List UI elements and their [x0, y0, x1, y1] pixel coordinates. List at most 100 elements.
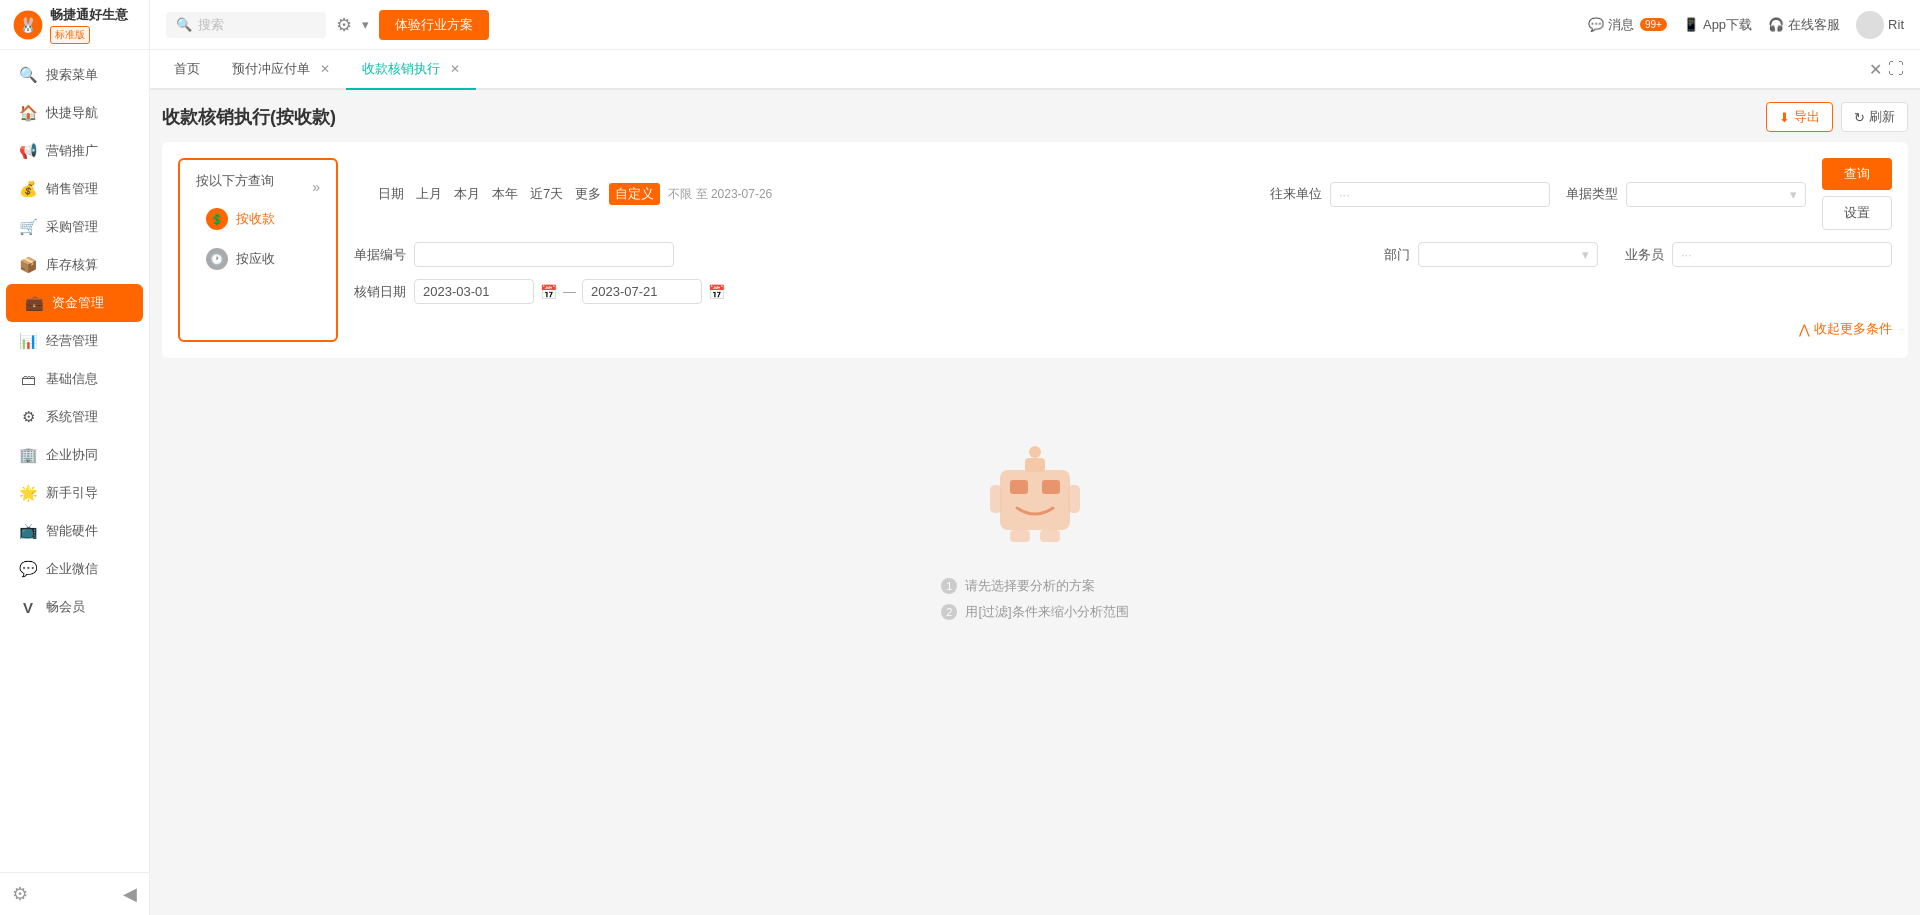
- salesperson-select[interactable]: ···: [1672, 242, 1892, 267]
- date-shortcut-7days[interactable]: 近7天: [526, 183, 567, 205]
- date-shortcut-custom[interactable]: 自定义: [609, 183, 660, 205]
- sidebar-item-inventory-label: 库存核算: [46, 256, 98, 274]
- filter-row-3: 核销日期 📅 — 📅: [354, 279, 1892, 304]
- sidebar-item-quick-nav[interactable]: 🏠 快捷导航: [0, 94, 149, 132]
- app-download-item[interactable]: 📱 App下载: [1683, 16, 1752, 34]
- guide-icon: 🌟: [18, 484, 38, 502]
- writeoff-date-range: 📅 — 📅: [414, 279, 725, 304]
- doc-type-field: 单据类型 ▾: [1566, 182, 1806, 207]
- sidebar-item-enterprise[interactable]: 🏢 企业协同: [0, 436, 149, 474]
- sidebar-item-wechat-label: 企业微信: [46, 560, 98, 578]
- writeoff-date-from-input[interactable]: [414, 279, 534, 304]
- department-label: 部门: [1360, 246, 1410, 264]
- sidebar-item-member-label: 畅会员: [46, 598, 85, 616]
- calendar-from-icon[interactable]: 📅: [540, 284, 557, 300]
- footer-collapse-icon[interactable]: ◀: [123, 883, 137, 905]
- date-shortcut-last-month[interactable]: 上月: [412, 183, 446, 205]
- sidebar-item-sales[interactable]: 💰 销售管理: [0, 170, 149, 208]
- sidebar-item-purchase-label: 采购管理: [46, 218, 98, 236]
- partner-label: 往来单位: [1270, 185, 1322, 203]
- sidebar-item-system-label: 系统管理: [46, 408, 98, 426]
- page-header: 收款核销执行(按收款) ⬇ 导出 ↻ 刷新: [162, 102, 1908, 132]
- svg-rect-3: [1010, 480, 1028, 494]
- refresh-button[interactable]: ↻ 刷新: [1841, 102, 1908, 132]
- svg-text:🐰: 🐰: [19, 15, 37, 33]
- date-range-separator: —: [563, 284, 576, 299]
- sidebar-item-wechat[interactable]: 💬 企业微信: [0, 550, 149, 588]
- sidebar-item-basic[interactable]: 🗃 基础信息: [0, 360, 149, 398]
- sidebar-item-guide[interactable]: 🌟 新手引导: [0, 474, 149, 512]
- member-icon: V: [18, 599, 38, 616]
- sidebar: 🐰 畅捷通好生意 标准版 🔍 搜索菜单 🏠 快捷导航 📢 营销推广 💰 销售管理…: [0, 0, 150, 915]
- svg-rect-9: [1010, 530, 1030, 542]
- sidebar-item-member[interactable]: V 畅会员: [0, 588, 149, 626]
- tab-prepay[interactable]: 预付冲应付单 ✕: [216, 50, 346, 90]
- notifications-label: 消息: [1608, 16, 1634, 34]
- tab-home[interactable]: 首页: [158, 50, 216, 90]
- export-button[interactable]: ⬇ 导出: [1766, 102, 1833, 132]
- tab-receipt-writeoff[interactable]: 收款核销执行 ✕: [346, 50, 476, 90]
- filter-area: 按以下方查询 » 💲 按收款 🕐 按应收 日期: [162, 142, 1908, 358]
- date-shortcut-this-year[interactable]: 本年: [488, 183, 522, 205]
- app-download-label: App下载: [1703, 16, 1752, 34]
- filter-right-panel: 日期 上月 本月 本年 近7天 更多 自定义 不限 至 2023-07-26: [354, 158, 1892, 342]
- collapse-up-icon: ⋀: [1799, 322, 1810, 337]
- logo-name: 畅捷通好生意: [50, 6, 128, 24]
- doc-type-select[interactable]: ▾: [1626, 182, 1806, 207]
- date-shortcut-this-month[interactable]: 本月: [450, 183, 484, 205]
- date-label: 日期: [354, 185, 404, 203]
- filter-option-by-receivable[interactable]: 🕐 按应收: [196, 242, 320, 276]
- filter-row-1: 日期 上月 本月 本年 近7天 更多 自定义 不限 至 2023-07-26: [354, 158, 1892, 230]
- user-item[interactable]: Rit: [1856, 11, 1904, 39]
- close-tab-icon[interactable]: ✕: [1869, 60, 1882, 79]
- main: 🔍 搜索 ⚙ ▾ 体验行业方案 💬 消息 99+ 📱 App下载 🎧 在线客服: [150, 0, 1920, 915]
- filter-option-by-receipt[interactable]: 💲 按收款: [196, 202, 320, 236]
- export-label: 导出: [1794, 108, 1820, 126]
- tab-receipt-writeoff-close-icon[interactable]: ✕: [450, 62, 460, 76]
- department-select[interactable]: ▾: [1418, 242, 1598, 267]
- collapse-more-btn[interactable]: ⋀ 收起更多条件: [354, 316, 1892, 342]
- filter-panel-collapse-icon[interactable]: »: [312, 179, 320, 195]
- writeoff-date-to-input[interactable]: [582, 279, 702, 304]
- refresh-icon: ↻: [1854, 110, 1865, 125]
- chevron-down-icon[interactable]: ▾: [362, 17, 369, 32]
- online-service-item[interactable]: 🎧 在线客服: [1768, 16, 1840, 34]
- sidebar-item-finance[interactable]: 💼 资金管理: [6, 284, 143, 322]
- empty-tips: 1 请先选择要分析的方案 2 用[过滤]条件来缩小分析范围: [941, 573, 1128, 625]
- sidebar-item-inventory[interactable]: 📦 库存核算: [0, 246, 149, 284]
- doc-type-label: 单据类型: [1566, 185, 1618, 203]
- notifications-item[interactable]: 💬 消息 99+: [1588, 16, 1667, 34]
- calendar-to-icon[interactable]: 📅: [708, 284, 725, 300]
- sidebar-item-system[interactable]: ⚙ 系统管理: [0, 398, 149, 436]
- tabs-bar: 首页 预付冲应付单 ✕ 收款核销执行 ✕ ✕ ⛶: [150, 50, 1920, 90]
- doc-number-input[interactable]: [414, 242, 674, 267]
- sidebar-item-hardware-label: 智能硬件: [46, 522, 98, 540]
- footer-settings-icon[interactable]: ⚙: [12, 883, 28, 905]
- service-icon: 🎧: [1768, 17, 1784, 32]
- notifications-badge: 99+: [1640, 18, 1667, 31]
- collapse-more-label: 收起更多条件: [1814, 320, 1892, 338]
- sidebar-item-purchase[interactable]: 🛒 采购管理: [0, 208, 149, 246]
- query-button[interactable]: 查询: [1822, 158, 1892, 190]
- expand-tab-icon[interactable]: ⛶: [1888, 60, 1904, 78]
- gear-icon[interactable]: ⚙: [336, 14, 352, 36]
- search-icon: 🔍: [176, 17, 192, 32]
- sidebar-item-finance-label: 资金管理: [52, 294, 104, 312]
- sidebar-item-marketing-label: 营销推广: [46, 142, 98, 160]
- partner-field: 往来单位 ···: [1270, 182, 1550, 207]
- operation-icon: 📊: [18, 332, 38, 350]
- partner-select[interactable]: ···: [1330, 182, 1550, 207]
- sidebar-item-hardware[interactable]: 📺 智能硬件: [0, 512, 149, 550]
- search-box[interactable]: 🔍 搜索: [166, 12, 326, 38]
- logo-sub: 标准版: [50, 26, 90, 44]
- date-shortcut-more[interactable]: 更多: [571, 183, 605, 205]
- sidebar-item-search[interactable]: 🔍 搜索菜单: [0, 56, 149, 94]
- sidebar-item-operation[interactable]: 📊 经营管理: [0, 322, 149, 360]
- tab-prepay-close-icon[interactable]: ✕: [320, 62, 330, 76]
- setting-button[interactable]: 设置: [1822, 196, 1892, 230]
- tabs-actions: ✕ ⛶: [1869, 60, 1912, 79]
- sidebar-nav: 🔍 搜索菜单 🏠 快捷导航 📢 营销推广 💰 销售管理 🛒 采购管理 📦 库存核…: [0, 50, 149, 872]
- sidebar-item-marketing[interactable]: 📢 营销推广: [0, 132, 149, 170]
- logo-icon: 🐰: [12, 9, 44, 41]
- solution-button[interactable]: 体验行业方案: [379, 10, 489, 40]
